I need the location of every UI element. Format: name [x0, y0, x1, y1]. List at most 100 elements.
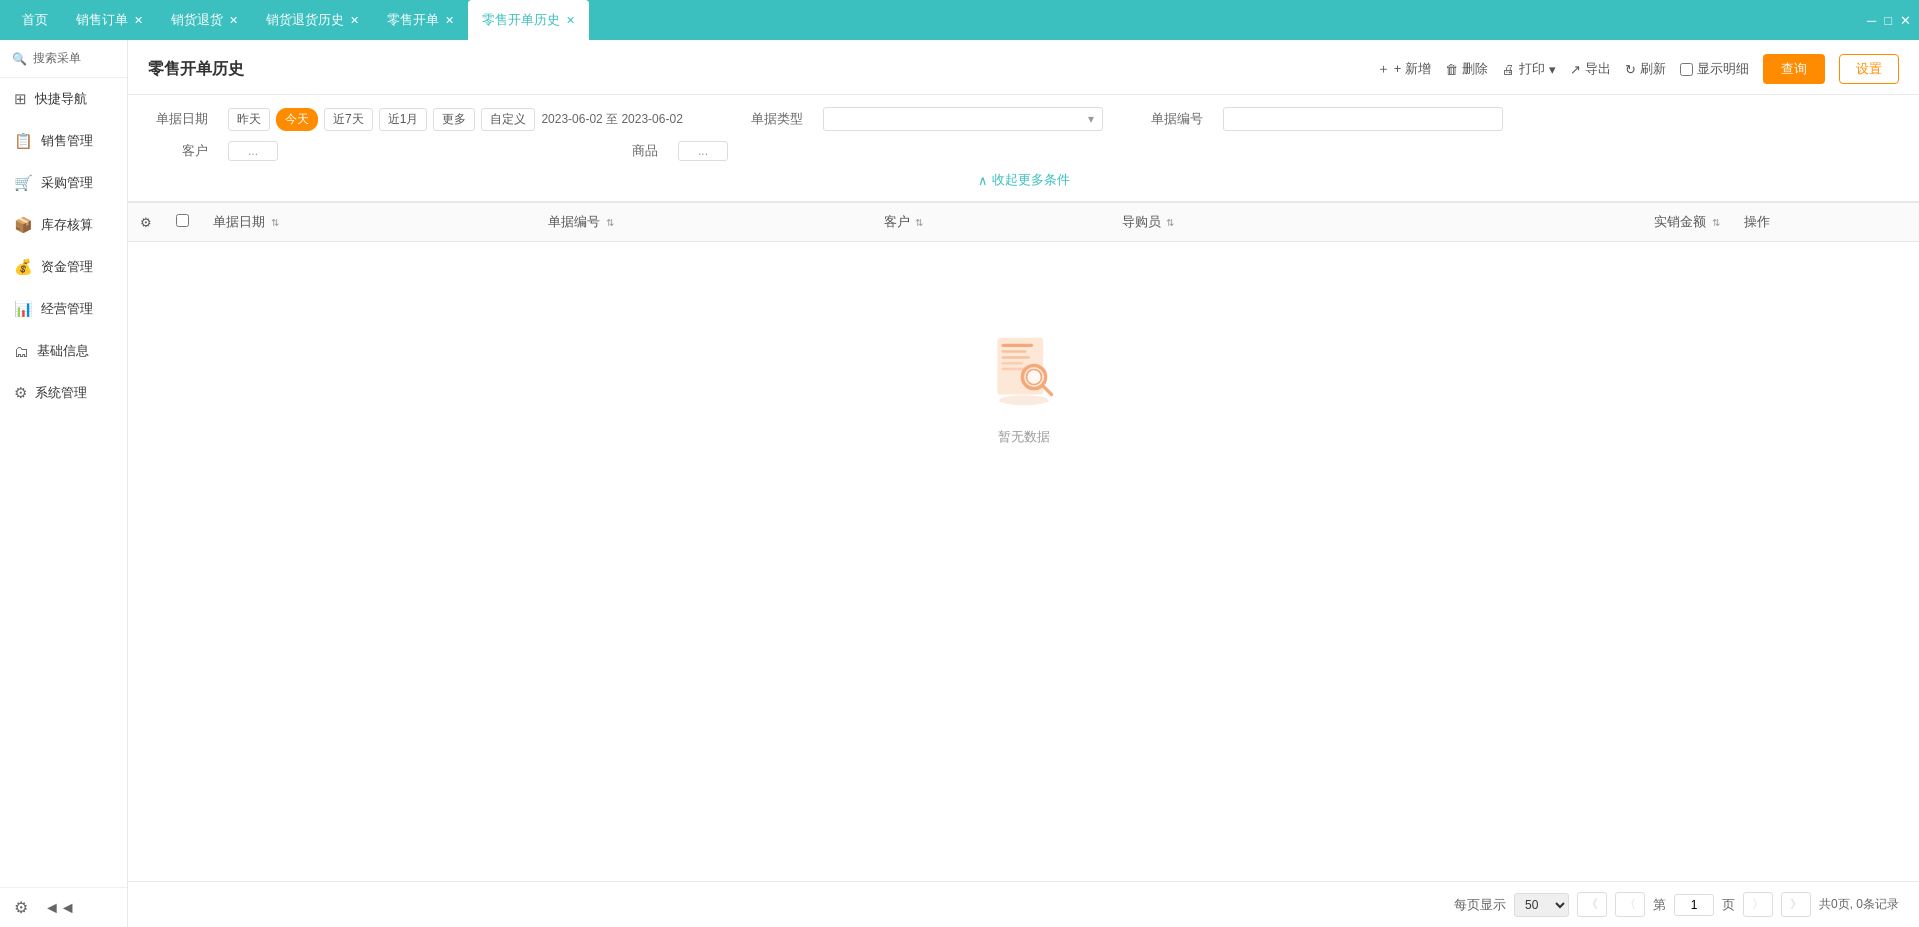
date-btn-1month[interactable]: 近1月 [379, 108, 428, 131]
sidebar-search[interactable]: 🔍 搜索采单 [0, 40, 127, 78]
table-th-checkbox[interactable] [164, 203, 201, 242]
svg-rect-3 [1001, 350, 1026, 353]
tab-retail-history-close[interactable]: ✕ [566, 14, 575, 27]
col-doc-no-label: 单据编号 [548, 214, 600, 229]
date-range-value: 2023-06-02 至 2023-06-02 [541, 111, 682, 128]
export-button[interactable]: ↗ 导出 [1570, 60, 1611, 78]
maximize-button[interactable]: □ [1884, 13, 1892, 28]
page-input[interactable] [1674, 894, 1714, 916]
product-label: 商品 [598, 142, 658, 160]
customer-select-btn[interactable]: ... [228, 141, 278, 161]
table-th-customer: 客户 ⇅ [872, 203, 1110, 242]
minimize-button[interactable]: ─ [1867, 13, 1876, 28]
query-button[interactable]: 查询 [1763, 54, 1825, 84]
export-label: 导出 [1585, 60, 1611, 78]
doc-no-input[interactable] [1223, 107, 1503, 131]
toolbar: ＋ + 新增 🗑 删除 🖨 打印 ▾ ↗ 导出 ↻ [1377, 54, 1899, 84]
svg-rect-5 [1001, 362, 1023, 365]
print-button[interactable]: 🖨 打印 ▾ [1502, 60, 1556, 78]
display-detail-input[interactable] [1680, 63, 1693, 76]
export-icon: ↗ [1570, 62, 1581, 77]
tab-sales-return-history-label: 销货退货历史 [266, 11, 344, 29]
sidebar-item-finance-label: 资金管理 [41, 258, 93, 276]
tab-retail-open[interactable]: 零售开单 ✕ [373, 0, 468, 40]
filter-date-group: 昨天 今天 近7天 近1月 更多 自定义 2023-06-02 至 2023-0… [228, 108, 683, 131]
tab-sales-return-close[interactable]: ✕ [229, 14, 238, 27]
table-area: ⚙ 单据日期 ⇅ 单据编号 ⇅ [128, 202, 1919, 881]
empty-text: 暂无数据 [998, 428, 1050, 446]
col-salesperson-sort-icon[interactable]: ⇅ [1166, 217, 1174, 228]
tab-sales-return-history-close[interactable]: ✕ [350, 14, 359, 27]
date-btn-yesterday[interactable]: 昨天 [228, 108, 270, 131]
tab-sales-return-label: 销货退货 [171, 11, 223, 29]
doc-type-label: 单据类型 [743, 110, 803, 128]
add-button[interactable]: ＋ + 新增 [1377, 60, 1431, 78]
date-btn-more[interactable]: 更多 [433, 108, 475, 131]
sidebar-item-inventory[interactable]: 📦 库存核算 [0, 204, 127, 246]
per-page-label: 每页显示 [1454, 896, 1506, 914]
sidebar-item-basic-info[interactable]: 🗂 基础信息 [0, 330, 127, 372]
sidebar-item-sales-mgmt[interactable]: 📋 销售管理 [0, 120, 127, 162]
print-label: 打印 [1519, 60, 1545, 78]
tab-sales-return-history[interactable]: 销货退货历史 ✕ [252, 0, 373, 40]
data-table: ⚙ 单据日期 ⇅ 单据编号 ⇅ [128, 202, 1919, 242]
product-select-btn[interactable]: ... [678, 141, 728, 161]
refresh-icon: ↻ [1625, 62, 1636, 77]
table-th-settings[interactable]: ⚙ [128, 203, 164, 242]
delete-button[interactable]: 🗑 删除 [1445, 60, 1488, 78]
col-customer-sort-icon[interactable]: ⇅ [915, 217, 923, 228]
col-salesperson-label: 导购员 [1122, 214, 1161, 229]
prev-page-btn[interactable]: 〈 [1615, 892, 1645, 917]
sidebar-collapse-icon[interactable]: ◄◄ [44, 899, 76, 917]
col-amount-sort-icon[interactable]: ⇅ [1712, 217, 1720, 228]
refresh-button[interactable]: ↻ 刷新 [1625, 60, 1666, 78]
sales-mgmt-icon: 📋 [14, 132, 33, 150]
first-page-btn[interactable]: 《 [1577, 892, 1607, 917]
tab-retail-history[interactable]: 零售开单历史 ✕ [468, 0, 589, 40]
sidebar-item-purchase-mgmt[interactable]: 🛒 采购管理 [0, 162, 127, 204]
display-detail-checkbox[interactable]: 显示明细 [1680, 60, 1749, 78]
collapse-label: 收起更多条件 [992, 171, 1070, 189]
col-doc-no-sort-icon[interactable]: ⇅ [606, 217, 614, 228]
collapse-icon: ∧ [978, 173, 988, 188]
table-settings-icon[interactable]: ⚙ [140, 215, 152, 230]
table-th-action: 操作 [1732, 203, 1919, 242]
pagination: 每页显示 50 100 200 《 〈 第 页 〉 》 共0页, 0条记录 [128, 881, 1919, 927]
last-page-btn[interactable]: 》 [1781, 892, 1811, 917]
date-btn-today[interactable]: 今天 [276, 108, 318, 131]
table-header: ⚙ 单据日期 ⇅ 单据编号 ⇅ [128, 203, 1919, 242]
empty-state: 暂无数据 [128, 242, 1919, 526]
system-icon: ⚙ [14, 384, 27, 402]
display-detail-label: 显示明细 [1697, 60, 1749, 78]
tab-retail-open-close[interactable]: ✕ [445, 14, 454, 27]
empty-illustration [974, 322, 1074, 412]
tab-sales-return[interactable]: 销货退货 ✕ [157, 0, 252, 40]
tab-sales-order-close[interactable]: ✕ [134, 14, 143, 27]
date-btn-7days[interactable]: 近7天 [324, 108, 373, 131]
sidebar-settings-icon[interactable]: ⚙ [14, 898, 28, 917]
sidebar-item-business[interactable]: 📊 经营管理 [0, 288, 127, 330]
sidebar-item-basic-info-label: 基础信息 [37, 342, 89, 360]
tab-retail-open-label: 零售开单 [387, 11, 439, 29]
col-date-sort-icon[interactable]: ⇅ [271, 217, 279, 228]
settings-button[interactable]: 设置 [1839, 54, 1899, 84]
tab-home[interactable]: 首页 [8, 0, 62, 40]
per-page-select[interactable]: 50 100 200 [1514, 893, 1569, 917]
sidebar-item-quick-nav[interactable]: ⊞ 快捷导航 [0, 78, 127, 120]
doc-type-select[interactable]: ▾ [823, 107, 1103, 131]
sidebar-item-finance[interactable]: 💰 资金管理 [0, 246, 127, 288]
filter-area: 单据日期 昨天 今天 近7天 近1月 更多 自定义 2023-06-02 至 2… [128, 95, 1919, 202]
table-select-all[interactable] [176, 214, 189, 227]
svg-point-0 [999, 395, 1049, 405]
tab-sales-order[interactable]: 销售订单 ✕ [62, 0, 157, 40]
collapse-more-btn[interactable]: ∧ 收起更多条件 [148, 171, 1899, 189]
sidebar-item-system-label: 系统管理 [35, 384, 87, 402]
next-page-btn[interactable]: 〉 [1743, 892, 1773, 917]
sidebar-item-system[interactable]: ⚙ 系统管理 [0, 372, 127, 414]
date-btn-custom[interactable]: 自定义 [481, 108, 535, 131]
purchase-mgmt-icon: 🛒 [14, 174, 33, 192]
close-button[interactable]: ✕ [1900, 13, 1911, 28]
filter-row-1: 单据日期 昨天 今天 近7天 近1月 更多 自定义 2023-06-02 至 2… [148, 107, 1899, 131]
table-th-amount: 实销金额 ⇅ [1397, 203, 1732, 242]
business-icon: 📊 [14, 300, 33, 318]
